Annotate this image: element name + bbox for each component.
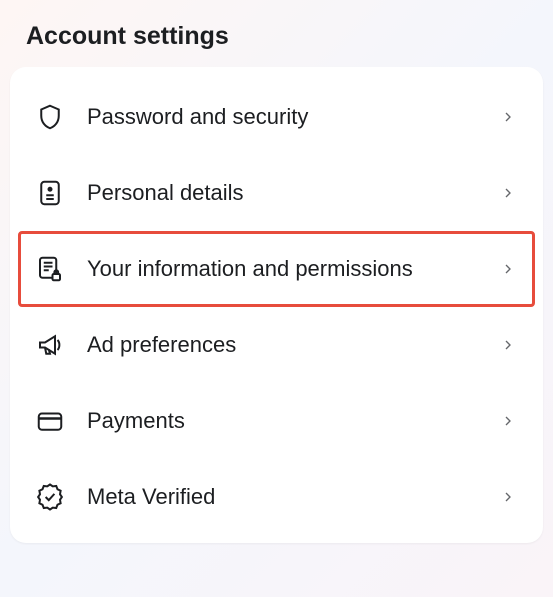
page-title: Account settings — [10, 10, 543, 67]
credit-card-icon — [33, 404, 67, 438]
verified-badge-icon — [33, 480, 67, 514]
chevron-right-icon — [496, 181, 520, 205]
chevron-right-icon — [496, 257, 520, 281]
document-lock-icon — [33, 252, 67, 286]
setting-row-personal-details[interactable]: Personal details — [18, 155, 535, 231]
setting-label: Ad preferences — [87, 331, 496, 360]
chevron-right-icon — [496, 485, 520, 509]
id-card-icon — [33, 176, 67, 210]
setting-row-payments[interactable]: Payments — [18, 383, 535, 459]
megaphone-icon — [33, 328, 67, 362]
setting-label: Meta Verified — [87, 483, 496, 512]
setting-row-password-security[interactable]: Password and security — [18, 79, 535, 155]
setting-label: Your information and permissions — [87, 255, 496, 284]
shield-icon — [33, 100, 67, 134]
settings-card: Password and security Personal details — [10, 67, 543, 543]
setting-row-info-permissions[interactable]: Your information and permissions — [18, 231, 535, 307]
chevron-right-icon — [496, 409, 520, 433]
chevron-right-icon — [496, 333, 520, 357]
setting-label: Payments — [87, 407, 496, 436]
setting-row-ad-preferences[interactable]: Ad preferences — [18, 307, 535, 383]
setting-row-meta-verified[interactable]: Meta Verified — [18, 459, 535, 535]
chevron-right-icon — [496, 105, 520, 129]
setting-label: Personal details — [87, 179, 496, 208]
setting-label: Password and security — [87, 103, 496, 132]
